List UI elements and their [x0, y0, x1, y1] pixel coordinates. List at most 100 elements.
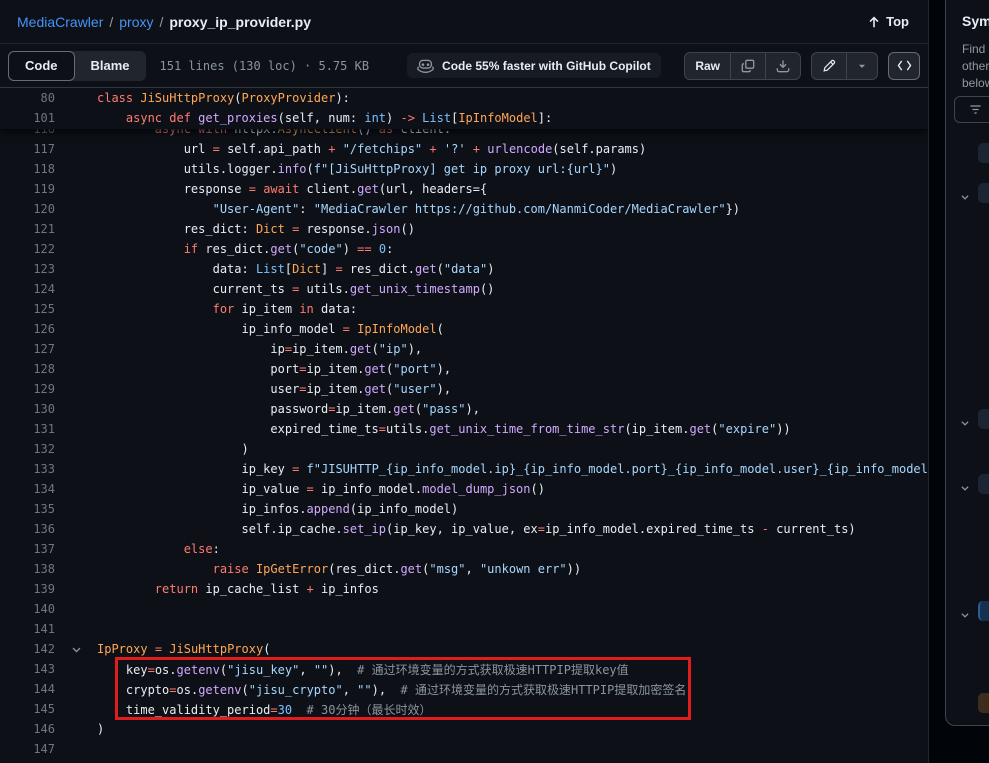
code-line-129: 129 user=ip_item.get("user"),: [0, 379, 928, 399]
symbols-panel-description: Find definitions and references for func…: [962, 41, 989, 92]
line-number[interactable]: 125: [0, 302, 55, 316]
symbol-chip[interactable]: [978, 474, 989, 494]
code-line-145: 145 time_validity_period=30 # 30分钟（最长时效）: [0, 699, 928, 719]
breadcrumb-separator: /: [109, 14, 113, 30]
raw-button[interactable]: Raw: [685, 53, 731, 79]
line-number[interactable]: 137: [0, 542, 55, 556]
line-number[interactable]: 147: [0, 742, 55, 756]
code-line-132: 132 ): [0, 439, 928, 459]
symbol-chip[interactable]: [978, 183, 989, 203]
line-number[interactable]: 138: [0, 562, 55, 576]
breadcrumb-repo-link[interactable]: MediaCrawler: [17, 14, 103, 30]
symbols-filter-input[interactable]: [954, 96, 989, 123]
download-button[interactable]: [766, 53, 800, 79]
code-line-122: 122 if res_dict.get("code") == 0:: [0, 239, 928, 259]
symbol-chip[interactable]: [978, 601, 989, 621]
line-number[interactable]: 119: [0, 182, 55, 196]
file-view: MediaCrawler / proxy / proxy_ip_provider…: [0, 0, 929, 763]
copilot-banner[interactable]: Code 55% faster with GitHub Copilot: [407, 53, 661, 78]
line-number[interactable]: 117: [0, 142, 55, 156]
code-text: crypto=os.getenv("jisu_crypto", ""), # 通…: [97, 681, 686, 698]
code-line-120: 120 "User-Agent": "MediaCrawler https://…: [0, 199, 928, 219]
code-text: ): [97, 722, 104, 736]
line-number[interactable]: 146: [0, 722, 55, 736]
code-text: if res_dict.get("code") == 0:: [97, 242, 393, 256]
line-number[interactable]: 133: [0, 462, 55, 476]
breadcrumb-folder-link[interactable]: proxy: [119, 14, 153, 30]
code-line-143: 143 key=os.getenv("jisu_key", ""), # 通过环…: [0, 659, 928, 679]
symbol-list-item: [946, 183, 989, 205]
collapse-chevron-icon[interactable]: [71, 644, 82, 655]
chevron-down-icon[interactable]: [960, 418, 970, 428]
code-lines: 116 async with httpx.AsyncClient() as cl…: [0, 88, 928, 759]
symbol-chip[interactable]: [978, 693, 989, 713]
back-to-top-label: Top: [886, 14, 909, 29]
symbol-chip[interactable]: [978, 409, 989, 429]
tab-blame[interactable]: Blame: [75, 51, 146, 81]
line-number[interactable]: 144: [0, 682, 55, 696]
copy-button[interactable]: [731, 53, 766, 79]
tab-code[interactable]: Code: [8, 51, 75, 81]
line-number[interactable]: 136: [0, 522, 55, 536]
code-text: url = self.api_path + "/fetchips" + '?' …: [97, 142, 646, 156]
chevron-down-icon[interactable]: [960, 192, 970, 202]
line-number[interactable]: 145: [0, 702, 55, 716]
gutter-gap: [55, 644, 97, 655]
line-number[interactable]: 127: [0, 342, 55, 356]
line-number[interactable]: 139: [0, 582, 55, 596]
file-toolbar: Code Blame 151 lines (130 loc) · 5.75 KB…: [0, 43, 928, 88]
code-text: else:: [97, 542, 220, 556]
line-number[interactable]: 120: [0, 202, 55, 216]
code-text: return ip_cache_list + ip_infos: [97, 582, 379, 596]
line-number[interactable]: 135: [0, 502, 55, 516]
code-text: class JiSuHttpProxy(ProxyProvider):: [97, 91, 350, 105]
symbols-panel-toggle-button[interactable]: [888, 52, 920, 80]
code-text: ip_info_model = IpInfoModel(: [97, 322, 444, 336]
line-number[interactable]: 123: [0, 262, 55, 276]
line-number[interactable]: 121: [0, 222, 55, 236]
edit-dropdown-button[interactable]: [847, 53, 877, 79]
line-number[interactable]: 128: [0, 362, 55, 376]
code-line-146: 146): [0, 719, 928, 739]
line-number[interactable]: 130: [0, 402, 55, 416]
code-text: time_validity_period=30 # 30分钟（最长时效）: [97, 701, 431, 718]
line-number[interactable]: 140: [0, 602, 55, 616]
code-line-117: 117 url = self.api_path + "/fetchips" + …: [0, 139, 928, 159]
line-number[interactable]: 124: [0, 282, 55, 296]
line-number[interactable]: 131: [0, 422, 55, 436]
line-number[interactable]: 134: [0, 482, 55, 496]
code-line-80: 80 class JiSuHttpProxy(ProxyProvider):: [0, 88, 928, 108]
line-number[interactable]: 122: [0, 242, 55, 256]
code-text: "User-Agent": "MediaCrawler https://gith…: [97, 202, 740, 216]
sticky-context-lines: 80 class JiSuHttpProxy(ProxyProvider): 101…: [0, 88, 928, 129]
line-number[interactable]: 142: [0, 642, 55, 656]
raw-copy-download-group: Raw: [684, 52, 801, 80]
edit-button[interactable]: [812, 53, 847, 79]
chevron-down-icon[interactable]: [960, 610, 970, 620]
code-line-139: 139 return ip_cache_list + ip_infos: [0, 579, 928, 599]
line-number[interactable]: 141: [0, 622, 55, 636]
code-text: res_dict: Dict = response.json(): [97, 222, 415, 236]
code-text: raise IpGetError(res_dict.get("msg", "un…: [97, 562, 581, 576]
line-number[interactable]: 126: [0, 322, 55, 336]
code-text: key=os.getenv("jisu_key", ""), # 通过环境变量的…: [97, 661, 629, 678]
symbol-list-item: [946, 474, 989, 496]
symbol-chip[interactable]: [978, 143, 989, 163]
line-number[interactable]: 101: [0, 111, 55, 125]
back-to-top-button[interactable]: Top: [867, 14, 909, 29]
line-number[interactable]: 129: [0, 382, 55, 396]
code-line-140: 140: [0, 599, 928, 619]
code-line-123: 123 data: List[Dict] = res_dict.get("dat…: [0, 259, 928, 279]
chevron-down-icon[interactable]: [960, 483, 970, 493]
code-line-137: 137 else:: [0, 539, 928, 559]
line-number[interactable]: 143: [0, 662, 55, 676]
copy-icon: [741, 59, 755, 73]
copilot-banner-text: Code 55% faster with GitHub Copilot: [442, 59, 651, 73]
code-text: ip=ip_item.get("ip"),: [97, 342, 422, 356]
code-text: user=ip_item.get("user"),: [97, 382, 451, 396]
line-number[interactable]: 132: [0, 442, 55, 456]
code-text: ): [97, 442, 249, 456]
symbol-list-item: [946, 601, 989, 623]
line-number[interactable]: 80: [0, 91, 55, 105]
line-number[interactable]: 118: [0, 162, 55, 176]
